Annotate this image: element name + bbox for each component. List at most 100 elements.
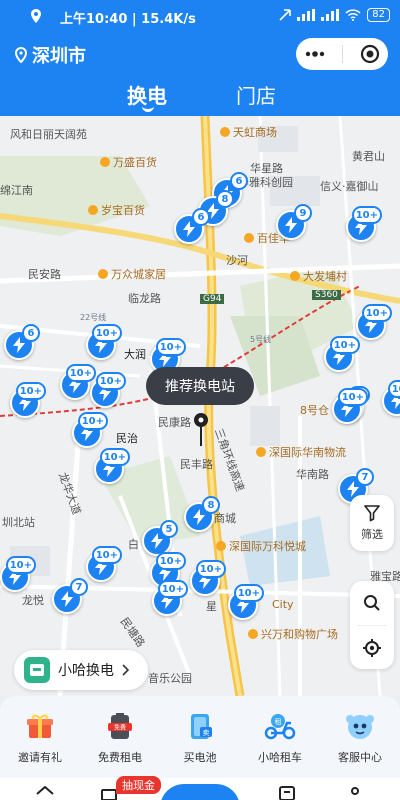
place-label: 绵江南 [0,184,33,197]
signal-icon [297,9,316,21]
map-center-pin-icon [194,413,208,446]
place-label: 白 [128,538,139,551]
swap-station-marker[interactable]: 10+ [324,336,360,372]
swap-station-marker[interactable]: 10+ [72,412,108,448]
station-count: 10+ [233,584,264,602]
brand-chip-label: 小哈换电 [58,663,114,679]
road-badge: G94 [200,294,225,304]
more-icon[interactable] [305,51,325,57]
swap-station-marker[interactable]: 9 [276,204,312,240]
place-label: 信义·嘉御山 [320,180,379,193]
place-label: 黄君山 [352,150,385,163]
swap-station-marker[interactable]: 6 [174,208,210,244]
poi-label: City [272,598,294,611]
station-count: 10+ [15,382,46,400]
search-button[interactable] [350,581,394,625]
swap-station-marker[interactable]: 10+ [0,556,36,592]
city-selector[interactable]: 深圳市 [14,42,86,68]
action-label: 邀请有礼 [18,751,62,764]
free-tag: 免费 [114,724,126,732]
station-count: 9 [294,204,312,222]
action-label: 免费租电 [98,751,142,764]
swap-station-marker[interactable]: 10+ [190,560,226,596]
battery-free-icon: 免费 [103,709,137,743]
orders-icon[interactable] [278,786,296,800]
miniprogram-capsule [296,38,388,70]
place-label: 民治 [116,432,138,445]
poi-label: 8号仓 [300,404,329,417]
locate-button[interactable] [350,626,394,670]
swap-station-marker[interactable]: 6 [4,324,40,360]
swap-station-marker[interactable]: 10+ [94,448,130,484]
place-label: 星 [206,600,217,613]
swap-station-marker[interactable]: 10+ [228,584,264,620]
poi-label: 深国际华南物流 [256,444,346,460]
tab-swap[interactable]: 换电 [127,80,167,109]
station-count: 5 [160,520,178,538]
poi-label: 万盛百货 [100,154,157,170]
filter-button[interactable]: 筛选 [350,495,394,551]
station-count: 10+ [5,556,36,574]
action-free-rent[interactable]: 免费 免费租电 [83,709,157,765]
swap-station-marker[interactable]: 8 [184,496,220,532]
scooter-icon: 租 [263,709,297,743]
station-count: 10+ [157,580,188,598]
action-rent-scooter[interactable]: 租 小哈租车 [243,709,317,765]
status-icons: 82 [279,8,390,22]
swap-station-marker[interactable]: 10+ [86,324,122,360]
location-pin-icon [14,47,28,63]
promo-badge[interactable]: 抽现金 [116,776,161,794]
chevron-right-icon [122,664,130,676]
signal-icon-2 [321,9,340,21]
tab-active-indicator [142,106,154,112]
swap-station-marker[interactable]: 10+ [356,304,392,340]
station-count: 10+ [99,448,130,466]
place-label: 大润 [124,348,146,361]
station-count: 7 [356,468,374,486]
brand-switch-chip[interactable]: 小哈换电 [14,650,148,690]
swap-station-marker[interactable]: 10+ [346,206,382,242]
place-label: 民安路 [28,268,61,281]
close-target-icon[interactable] [360,44,380,64]
station-count: 10+ [65,364,96,382]
location-icon [31,9,41,23]
place-label: 商城 [214,512,236,525]
poi-label: 深国际万科悦城 [216,538,306,554]
city-name: 深圳市 [32,46,86,67]
station-count: 10+ [195,560,226,578]
map-view[interactable]: 风和日丽天阔苑 天虹商场 万盛百货 华星路 华雅科创园 黄君山 信义·嘉御山 绵… [0,116,400,696]
station-count: 10+ [155,338,186,356]
action-invite[interactable]: 邀请有礼 [3,709,77,765]
swap-station-marker[interactable]: 10+ [86,546,122,582]
home-icon[interactable] [36,786,54,800]
swap-station-marker[interactable]: 10+ [60,364,96,400]
place-label: 民丰路 [180,458,213,471]
swap-station-marker[interactable]: 10+ [152,580,188,616]
swap-station-marker[interactable]: 10+ [332,388,368,424]
place-label: 风和日丽天阔苑 [10,128,87,141]
buy-battery-icon: 卖 [183,709,217,743]
poi-label: 兴万和购物广场 [248,626,338,642]
station-count: 10+ [95,372,126,390]
filter-label: 筛选 [361,528,383,541]
center-scan-button[interactable] [160,784,240,800]
wifi-icon [345,9,361,21]
swap-station-marker[interactable]: 7 [52,578,88,614]
gift-icon [23,709,57,743]
rent-tag: 租 [275,718,282,726]
action-label: 买电池 [183,751,217,764]
swap-station-marker[interactable]: 10+ [90,372,126,408]
action-label: 小哈租车 [258,751,302,764]
tab-stores[interactable]: 门店 [236,80,276,109]
station-count: 6 [230,172,248,190]
action-buy-battery[interactable]: 卖 买电池 [163,709,237,765]
metro-label: 5号线 [250,335,272,344]
swap-station-marker[interactable]: 10+ [10,382,46,418]
top-tabs: 换电 门店 [0,78,400,112]
place-label: 圳北站 [2,516,35,529]
recommended-station-tooltip[interactable]: 推荐换电站 [146,367,254,405]
action-support[interactable]: 客服中心 [323,709,397,765]
place-label: 音乐公园 [148,672,192,685]
profile-icon[interactable] [346,786,364,800]
quick-actions-bar: 邀请有礼 免费 免费租电 卖 买电池 租 小哈租车 客服中心 [0,696,400,778]
